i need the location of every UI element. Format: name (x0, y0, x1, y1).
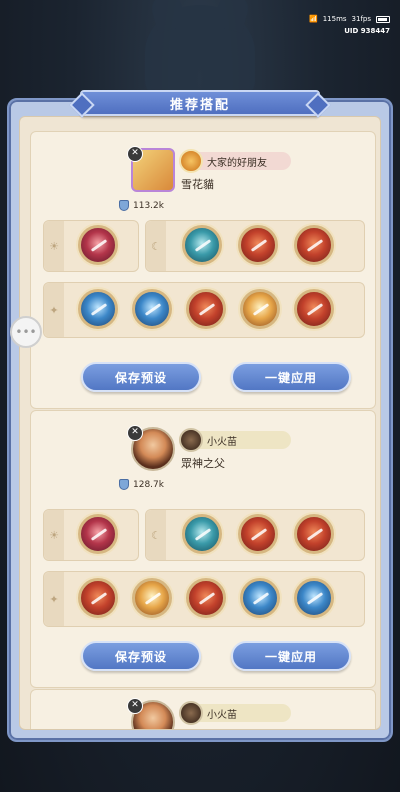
skill-slot[interactable] (182, 514, 222, 554)
skill-group-sun: ☀ (43, 220, 139, 272)
close-badge-icon: ✕ (127, 146, 143, 162)
player-emblem-icon (179, 701, 203, 725)
chat-bubble-icon[interactable]: ••• (10, 316, 42, 348)
skill-slot[interactable] (238, 225, 278, 265)
skill-slot[interactable] (182, 225, 222, 265)
star-icon: ✦ (44, 283, 64, 337)
skill-slot[interactable] (240, 289, 280, 329)
skill-group-star: ✦ (43, 571, 365, 627)
skill-slot[interactable] (294, 578, 334, 618)
skill-slot[interactable] (132, 289, 172, 329)
loadout-card: ✕ 小火苗 眾神之父 128.7k ☀ ☾ ✦ 保存预设 一键应用 (30, 410, 376, 688)
shield-icon (119, 479, 129, 490)
skill-slot[interactable] (240, 578, 280, 618)
close-badge-icon: ✕ (127, 425, 143, 441)
skill-slot[interactable] (78, 225, 118, 265)
panel-content: ✕ 大家的好朋友 雪花貓 113.2k ☀ ☾ ✦ 保存预设 一键应用 ✕ 小火… (19, 116, 381, 730)
player-name: 大家的好朋友 (207, 157, 267, 169)
skill-slot[interactable] (294, 289, 334, 329)
sun-icon: ☀ (44, 510, 64, 560)
sun-icon: ☀ (44, 221, 64, 271)
skill-group-star: ✦ (43, 282, 365, 338)
star-icon: ✦ (44, 572, 64, 626)
hero-name: 眾神之父 (181, 457, 225, 470)
close-badge-icon: ✕ (127, 698, 143, 714)
apply-all-button[interactable]: 一键应用 (231, 641, 351, 671)
player-name: 小火苗 (207, 709, 237, 721)
background-creature (145, 5, 255, 100)
power-rating: 128.7k (119, 479, 164, 490)
network-latency: 115ms (322, 15, 347, 23)
player-emblem-icon (179, 428, 203, 452)
apply-all-button[interactable]: 一键应用 (231, 362, 351, 392)
loadout-card: ✕ 小火苗 (30, 689, 376, 729)
recommended-loadout-panel: ✕ 大家的好朋友 雪花貓 113.2k ☀ ☾ ✦ 保存预设 一键应用 ✕ 小火… (7, 98, 393, 742)
skill-slot[interactable] (132, 578, 172, 618)
moon-icon: ☾ (146, 510, 166, 560)
player-name: 小火苗 (207, 436, 237, 448)
power-rating: 113.2k (119, 200, 164, 211)
status-bar: 📶 115ms 31fps UID 938447 (309, 14, 390, 36)
moon-icon: ☾ (146, 221, 166, 271)
skill-slot[interactable] (294, 514, 334, 554)
skill-slot[interactable] (78, 289, 118, 329)
skill-slot[interactable] (78, 514, 118, 554)
save-preset-button[interactable]: 保存预设 (81, 362, 201, 392)
player-emblem-icon (179, 149, 203, 173)
hero-name: 雪花貓 (181, 178, 214, 191)
skill-group-moon: ☾ (145, 509, 365, 561)
skill-slot[interactable] (238, 514, 278, 554)
wifi-icon: 📶 (308, 15, 318, 23)
skill-group-sun: ☀ (43, 509, 139, 561)
skill-slot[interactable] (186, 578, 226, 618)
skill-slot[interactable] (294, 225, 334, 265)
fps-readout: 31fps (351, 15, 371, 23)
skill-slot[interactable] (78, 578, 118, 618)
power-value: 128.7k (133, 479, 164, 490)
power-value: 113.2k (133, 200, 164, 211)
uid-label: UID 938447 (344, 27, 390, 35)
skill-group-moon: ☾ (145, 220, 365, 272)
panel-title: 推荐搭配 (80, 90, 320, 116)
shield-icon (119, 200, 129, 211)
battery-icon (376, 15, 390, 23)
loadout-card: ✕ 大家的好朋友 雪花貓 113.2k ☀ ☾ ✦ 保存预设 一键应用 (30, 131, 376, 409)
save-preset-button[interactable]: 保存预设 (81, 641, 201, 671)
skill-slot[interactable] (186, 289, 226, 329)
